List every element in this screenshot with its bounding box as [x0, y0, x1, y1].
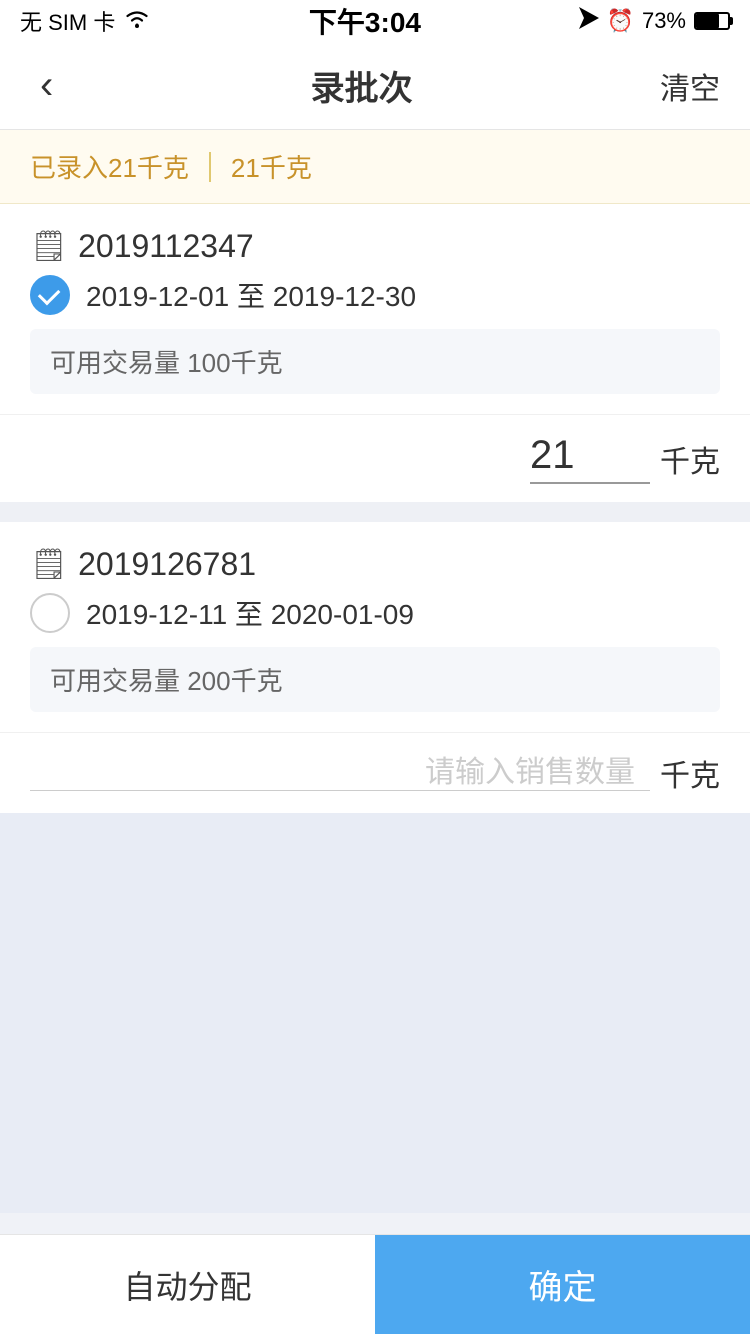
qty-underline — [30, 756, 650, 791]
batch-1-amount-row: 21 千克 — [0, 414, 750, 502]
alarm-icon: ⏰ — [607, 8, 634, 34]
summary-bar: 已录入21千克 21千克 — [0, 130, 750, 204]
batch-1-radio[interactable] — [30, 275, 70, 315]
carrier-text: 无 SIM 卡 — [20, 5, 115, 37]
batch-2-input-row: 千克 — [0, 732, 750, 813]
status-bar: 无 SIM 卡 下午3:04 ⏰ 73% — [0, 0, 750, 42]
page-title: 录批次 — [311, 61, 413, 110]
confirm-button[interactable]: 确定 — [375, 1235, 750, 1334]
card-divider — [0, 502, 750, 522]
location-icon — [579, 7, 599, 35]
back-button[interactable]: ‹ — [30, 53, 63, 118]
batch-2-radio[interactable] — [30, 593, 70, 633]
clear-button[interactable]: 清空 — [660, 64, 720, 108]
status-left: 无 SIM 卡 — [20, 5, 151, 37]
batch-2-date-row[interactable]: 2019-12-11 至 2020-01-09 — [30, 593, 720, 633]
entered-amount: 已录入21千克 — [30, 148, 189, 185]
batch-1-unit: 千克 — [660, 437, 720, 481]
batch-2-header: 🗒 2019126781 — [30, 546, 720, 583]
batch-1-date: 2019-12-01 至 2019-12-30 — [86, 275, 416, 315]
batch-card-2: 🗒 2019126781 2019-12-11 至 2020-01-09 可用交… — [0, 522, 750, 732]
batch-2-id: 2019126781 — [78, 546, 256, 583]
battery-percentage: 73% — [642, 8, 686, 34]
batch-2-avail: 可用交易量 200千克 — [30, 647, 720, 712]
auto-distribute-button[interactable]: 自动分配 — [0, 1235, 375, 1334]
doc-icon-2: 🗒 — [30, 547, 68, 582]
auto-distribute-label: 自动分配 — [123, 1262, 251, 1308]
batch-1-id: 2019112347 — [78, 228, 254, 265]
batch-1-amount-value: 21 — [530, 433, 575, 477]
confirm-label: 确定 — [529, 1260, 597, 1309]
total-amount: 21千克 — [231, 148, 312, 185]
batch-1-amount-underline: 21 — [530, 433, 650, 484]
batch-2-unit: 千克 — [660, 751, 720, 795]
status-right: ⏰ 73% — [579, 7, 730, 35]
doc-icon-1: 🗒 — [30, 229, 68, 264]
batch-card-1: 🗒 2019112347 2019-12-01 至 2019-12-30 可用交… — [0, 204, 750, 414]
content-area: 🗒 2019112347 2019-12-01 至 2019-12-30 可用交… — [0, 204, 750, 1313]
batch-1-date-row[interactable]: 2019-12-01 至 2019-12-30 — [30, 275, 720, 315]
batch-2-date: 2019-12-11 至 2020-01-09 — [86, 593, 414, 633]
status-time: 下午3:04 — [309, 1, 421, 41]
lower-area — [0, 813, 750, 1213]
nav-bar: ‹ 录批次 清空 — [0, 42, 750, 130]
summary-divider — [209, 152, 211, 182]
qty-input[interactable] — [30, 756, 650, 790]
batch-1-avail: 可用交易量 100千克 — [30, 329, 720, 394]
wifi-icon — [123, 7, 151, 35]
batch-1-header: 🗒 2019112347 — [30, 228, 720, 265]
bottom-bar: 自动分配 确定 — [0, 1234, 750, 1334]
battery-icon — [694, 12, 730, 30]
